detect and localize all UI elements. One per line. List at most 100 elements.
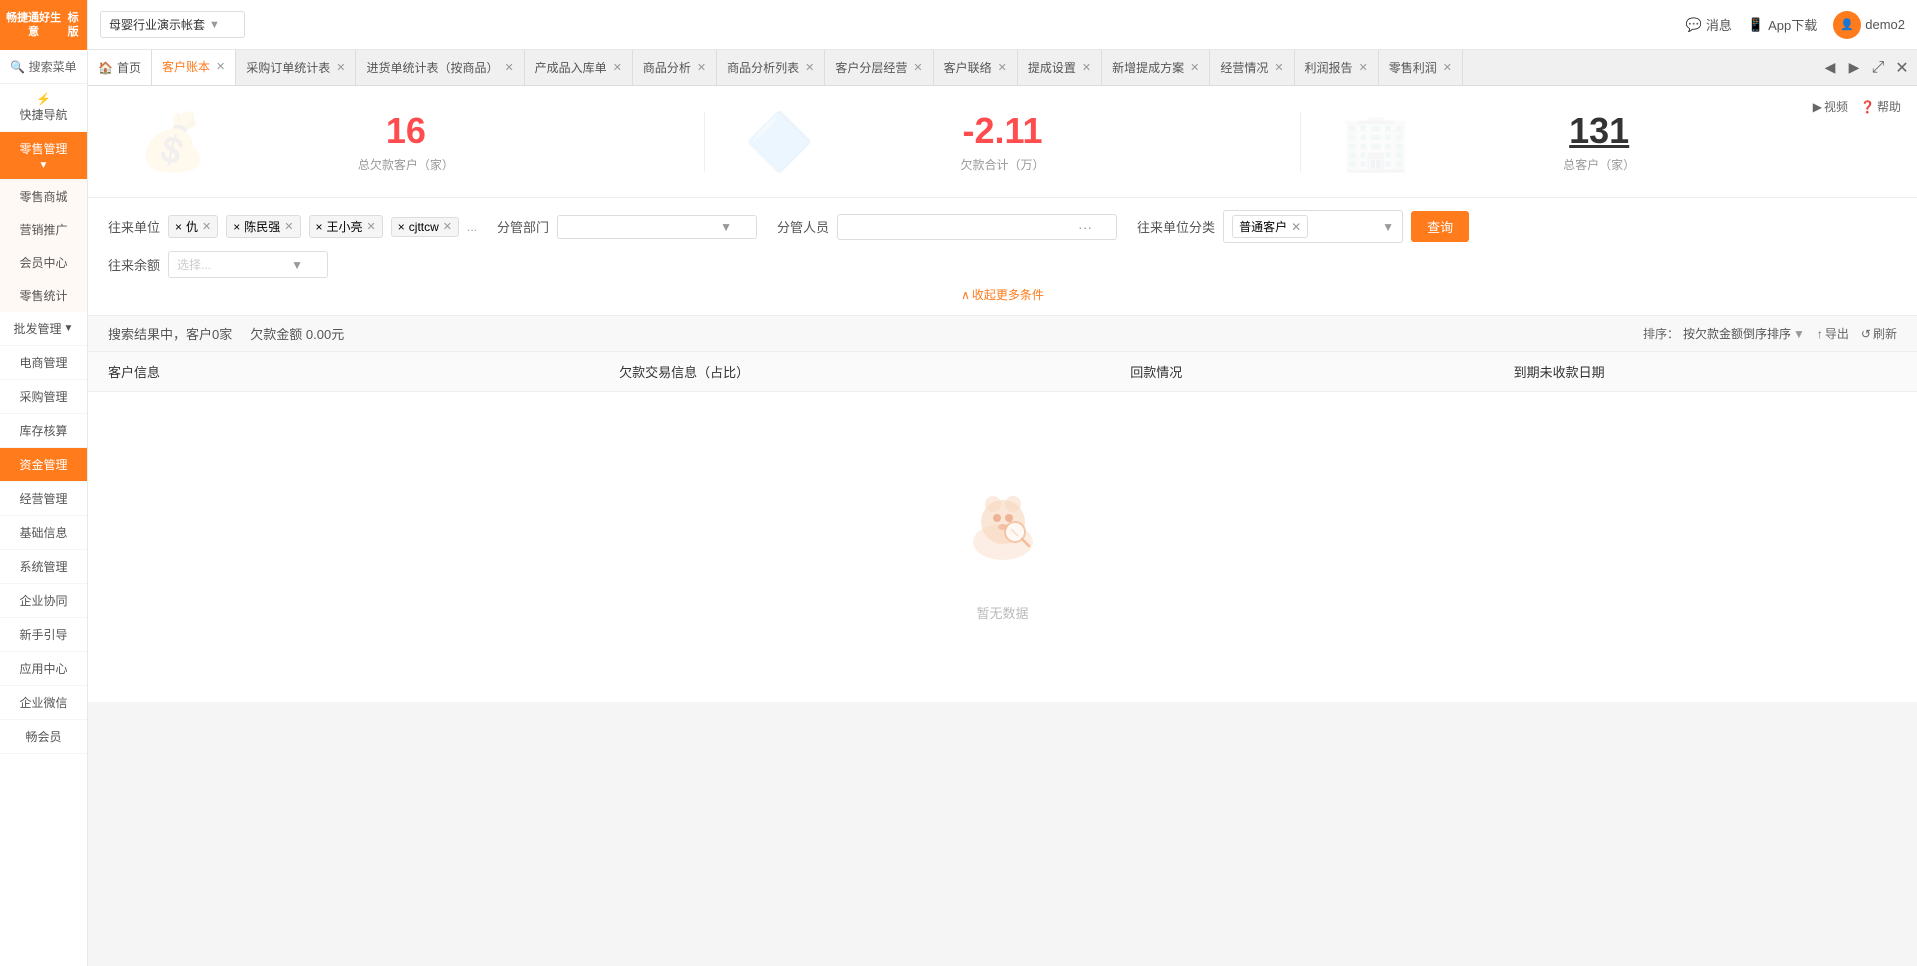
remainder-filter-select[interactable]: 选择... ▼ [168,251,328,278]
stat-total-customers: 🏢 131 总客户（家） [1301,102,1897,181]
tab-customer-contact[interactable]: 客户联络 ✕ [934,50,1018,86]
filter-tag-0: × 仇 ✕ [168,215,218,238]
tab-goods-analysis-list[interactable]: 商品分析列表 ✕ [717,50,825,86]
customer-type-close[interactable]: ✕ [1291,220,1301,234]
person-filter-select[interactable]: ··· [837,214,1117,240]
stat-bg-icon-2: 🔷 [745,109,815,175]
sidebar-item-fund-mgmt[interactable]: 资金管理 [0,448,87,482]
tab-customer-tier[interactable]: 客户分层经营 ✕ [825,50,933,86]
app-download-btn[interactable]: 📱 App下载 [1748,15,1817,34]
filter-tag-1: × 陈民强 ✕ [226,215,300,238]
tab-home[interactable]: 🏠 首页 [88,50,152,86]
sidebar-item-retail-mgmt[interactable]: 零售管理 ▼ [0,132,87,180]
video-btn[interactable]: ▶ 视频 [1813,98,1848,115]
chevron-down-icon-sort: ▼ [1793,327,1805,341]
sidebar-item-sys-mgmt[interactable]: 系统管理 [0,550,87,584]
dept-filter-select[interactable]: ▼ [557,215,757,239]
message-icon: 💬 [1686,17,1702,33]
mobile-icon: 📱 [1748,17,1764,33]
quick-nav-icon: ⚡ [36,92,51,106]
category-filter-select[interactable]: 普通客户 ✕ ▼ [1223,210,1403,243]
tab-biz-status[interactable]: 经营情况 ✕ [1210,50,1294,86]
tab-scroll-left[interactable]: ◀ [1819,57,1841,79]
tab-close-profit-report[interactable]: ✕ [1359,61,1368,74]
user-profile[interactable]: 👤 demo2 [1833,11,1905,39]
sidebar-item-biz-mgmt[interactable]: 经营管理 [0,482,87,516]
query-button[interactable]: 查询 [1411,211,1469,242]
sidebar-item-enterprise-wechat[interactable]: 企业微信 [0,686,87,720]
table-header: 客户信息 欠款交易信息（占比） 回款情况 到期未收款日期 [88,352,1917,392]
help-btn[interactable]: ❓ 帮助 [1860,98,1901,115]
tab-expand[interactable]: ⤢ [1867,57,1889,79]
tab-retail-profit[interactable]: 零售利润 ✕ [1379,50,1463,86]
tab-collapse[interactable]: ✕ [1891,57,1913,79]
tab-close-purchase-order[interactable]: ✕ [336,61,345,74]
tab-stock-stat[interactable]: 进货单统计表（按商品） ✕ [356,50,524,86]
tab-goods-analysis[interactable]: 商品分析 ✕ [633,50,717,86]
sidebar-item-purchase-mgmt[interactable]: 采购管理 [0,380,87,414]
result-sort: 排序： 按欠款金额倒序排序 ▼ [1643,325,1805,342]
sidebar-item-retail-stats[interactable]: 零售统计 [0,279,87,312]
th-repayment: 回款情况 [1130,362,1513,381]
tab-customer-book[interactable]: 客户账本 ✕ [152,50,236,86]
filter-dots-person[interactable]: ··· [1078,219,1092,235]
account-dropdown[interactable]: 母婴行业演示帐套 ▼ [100,11,245,38]
tab-close-stock-stat[interactable]: ✕ [504,61,513,74]
sidebar-item-base-info[interactable]: 基础信息 [0,516,87,550]
sidebar-item-member-center[interactable]: 会员中心 [0,246,87,279]
tab-close-product-stock[interactable]: ✕ [613,61,622,74]
result-bar: 搜索结果中，客户0家 欠款金额 0.00元 排序： 按欠款金额倒序排序 ▼ ↑ … [88,316,1917,352]
stat-value-1: 16 [386,110,426,152]
tab-close-add-improve[interactable]: ✕ [1190,61,1199,74]
app-logo: 畅捷通好生意 标版 [0,0,87,50]
sidebar-item-vip-member[interactable]: 畅会员 [0,720,87,754]
stat-label-1: 总欠款客户（家） [358,156,454,173]
filter-tag-close-2[interactable]: ✕ [367,220,376,233]
sidebar-item-marketing[interactable]: 营销推广 [0,213,87,246]
sidebar-item-quick-nav[interactable]: ⚡ 快捷导航 [0,84,87,132]
stat-value-3: 131 [1569,110,1629,152]
tab-close-biz-status[interactable]: ✕ [1274,61,1283,74]
refresh-icon: ↺ [1861,327,1871,341]
stat-label-2: 欠款合计（万） [961,156,1045,173]
sidebar-item-wholesale-mgmt[interactable]: 批发管理 ▼ [0,312,87,346]
tab-close-customer-contact[interactable]: ✕ [998,61,1007,74]
filter-more-btn[interactable]: ... [467,220,477,234]
filter-tag-close-1[interactable]: ✕ [284,220,293,233]
tab-improve-settings[interactable]: 提成设置 ✕ [1018,50,1102,86]
tab-scroll-right[interactable]: ▶ [1843,57,1865,79]
tab-add-improve[interactable]: 新增提成方案 ✕ [1102,50,1210,86]
play-icon: ▶ [1813,100,1822,114]
tab-profit-report[interactable]: 利润报告 ✕ [1295,50,1379,86]
search-icon: 🔍 [10,60,25,74]
message-btn[interactable]: 💬 消息 [1686,15,1732,34]
tab-close-customer-book[interactable]: ✕ [216,60,225,73]
sidebar-item-app-center[interactable]: 应用中心 [0,652,87,686]
chevron-down-icon-wholesale: ▼ [64,323,74,334]
tab-close-improve-settings[interactable]: ✕ [1082,61,1091,74]
tab-close-goods-analysis[interactable]: ✕ [697,61,706,74]
filter-tag-close-0[interactable]: ✕ [202,220,211,233]
sidebar-item-newbie[interactable]: 新手引导 [0,618,87,652]
collapse-btn[interactable]: ∧ 收起更多条件 [961,286,1044,303]
sidebar-item-ecommerce-mgmt[interactable]: 电商管理 [0,346,87,380]
refresh-btn[interactable]: ↺ 刷新 [1861,325,1897,342]
tab-close-customer-tier[interactable]: ✕ [913,61,922,74]
export-btn[interactable]: ↑ 导出 [1817,325,1849,342]
tab-close-goods-analysis-list[interactable]: ✕ [805,61,814,74]
tab-product-stock[interactable]: 产成品入库单 ✕ [525,50,633,86]
stat-bg-icon-3: 🏢 [1341,109,1411,175]
filter-area: 往来单位 × 仇 ✕ × 陈民强 ✕ × 王小亮 ✕ × cjttcw ✕ .. [88,198,1917,316]
result-actions: 排序： 按欠款金额倒序排序 ▼ ↑ 导出 ↺ 刷新 [1643,325,1897,342]
sidebar-item-inventory[interactable]: 库存核算 [0,414,87,448]
filter-tag-close-3[interactable]: ✕ [443,220,452,233]
tab-purchase-order[interactable]: 采购订单统计表 ✕ [236,50,356,86]
filter-tag-2: × 王小亮 ✕ [309,215,383,238]
sidebar-item-enterprise-coop[interactable]: 企业协同 [0,584,87,618]
empty-text: 暂无数据 [976,603,1028,622]
chevron-down-icon-dept: ▼ [720,220,732,234]
sort-select[interactable]: 按欠款金额倒序排序 ▼ [1683,325,1805,342]
sidebar-item-retail-store[interactable]: 零售商城 [0,180,87,213]
tab-close-retail-profit[interactable]: ✕ [1443,61,1452,74]
search-menu[interactable]: 🔍 搜索菜单 [0,50,87,84]
